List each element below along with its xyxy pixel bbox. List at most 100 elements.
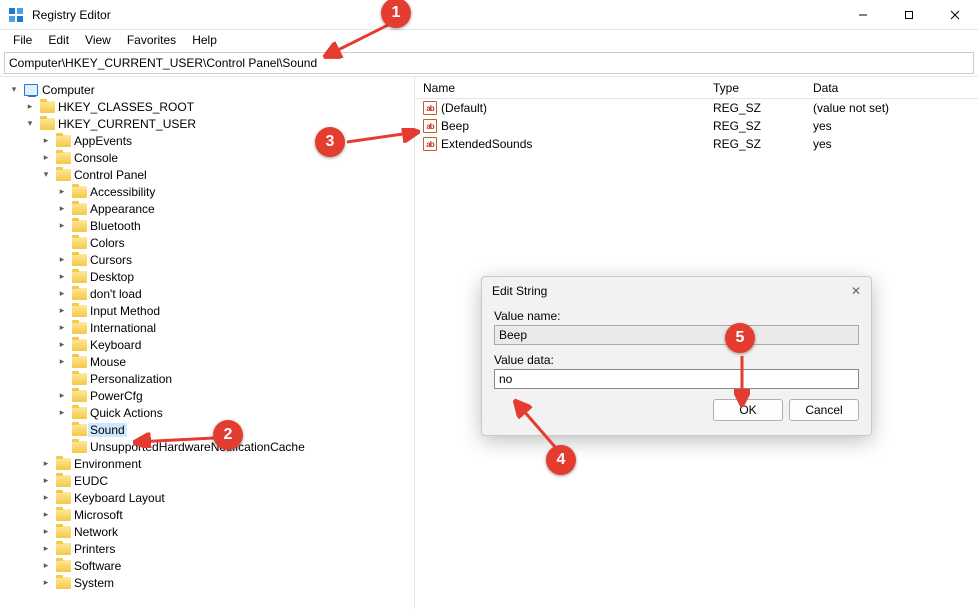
- tree-hkcr[interactable]: ▸ HKEY_CLASSES_ROOT: [0, 98, 414, 115]
- tree-microsoft[interactable]: ▸Microsoft: [0, 506, 414, 523]
- list-row[interactable]: abExtendedSoundsREG_SZyes: [415, 135, 978, 153]
- tree-software[interactable]: ▸Software: [0, 557, 414, 574]
- chevron-right-icon[interactable]: ▸: [54, 390, 70, 401]
- menu-favorites[interactable]: Favorites: [120, 31, 183, 49]
- tree-label: Accessibility: [88, 185, 157, 199]
- chevron-right-icon[interactable]: ▸: [38, 458, 54, 469]
- folder-icon: [70, 254, 88, 266]
- chevron-right-icon[interactable]: ▸: [38, 509, 54, 520]
- tree-label: HKEY_CURRENT_USER: [56, 117, 198, 131]
- close-icon[interactable]: ✕: [851, 284, 861, 298]
- window-controls: [840, 0, 978, 29]
- tree-keyboardlayout[interactable]: ▸ Keyboard Layout: [0, 489, 414, 506]
- chevron-right-icon[interactable]: ▸: [54, 356, 70, 367]
- folder-icon: [54, 492, 72, 504]
- menu-file[interactable]: File: [6, 31, 39, 49]
- chevron-right-icon[interactable]: ▸: [38, 475, 54, 486]
- address-path: Computer\HKEY_CURRENT_USER\Control Panel…: [9, 56, 317, 70]
- chevron-down-icon[interactable]: ▾: [6, 84, 22, 95]
- chevron-right-icon[interactable]: ▸: [54, 305, 70, 316]
- chevron-right-icon[interactable]: ▸: [38, 560, 54, 571]
- list-header: Name Type Data: [415, 77, 978, 99]
- chevron-right-icon[interactable]: ▸: [54, 271, 70, 282]
- close-button[interactable]: [932, 0, 978, 29]
- tree-network[interactable]: ▸Network: [0, 523, 414, 540]
- chevron-right-icon[interactable]: ▸: [38, 543, 54, 554]
- tree-label: don't load: [88, 287, 144, 301]
- tree-desktop[interactable]: ▸ Desktop: [0, 268, 414, 285]
- cancel-button[interactable]: Cancel: [789, 399, 859, 421]
- menu-view[interactable]: View: [78, 31, 118, 49]
- value-data-field[interactable]: [494, 369, 859, 389]
- chevron-right-icon[interactable]: ▸: [54, 322, 70, 333]
- tree-root[interactable]: ▾ Computer: [0, 81, 414, 98]
- tree-mouse[interactable]: ▸Mouse: [0, 353, 414, 370]
- tree-console[interactable]: ▸ Console: [0, 149, 414, 166]
- chevron-right-icon[interactable]: ▸: [54, 407, 70, 418]
- tree-accessibility[interactable]: ▸ Accessibility: [0, 183, 414, 200]
- folder-icon: [54, 475, 72, 487]
- chevron-right-icon[interactable]: ▸: [38, 526, 54, 537]
- folder-icon: [70, 407, 88, 419]
- tree-international[interactable]: ▸ International: [0, 319, 414, 336]
- annotation-marker-2: 2: [213, 420, 243, 450]
- chevron-right-icon[interactable]: ▸: [38, 152, 54, 163]
- minimize-button[interactable]: [840, 0, 886, 29]
- tree-label: AppEvents: [72, 134, 134, 148]
- chevron-right-icon[interactable]: ▸: [54, 339, 70, 350]
- list-row[interactable]: ab(Default)REG_SZ(value not set): [415, 99, 978, 117]
- annotation-marker-5: 5: [725, 323, 755, 353]
- column-header-data[interactable]: Data: [805, 81, 978, 95]
- tree-colors[interactable]: Colors: [0, 234, 414, 251]
- tree-label: International: [88, 321, 158, 335]
- folder-icon: [54, 152, 72, 164]
- dialog-title: Edit String: [492, 284, 547, 298]
- tree-pane[interactable]: ▾ Computer ▸ HKEY_CLASSES_ROOT ▾ HKEY_CU…: [0, 77, 415, 609]
- maximize-button[interactable]: [886, 0, 932, 29]
- tree-label: PowerCfg: [88, 389, 145, 403]
- tree-label: Personalization: [88, 372, 174, 386]
- folder-icon: [70, 390, 88, 402]
- chevron-right-icon[interactable]: ▸: [54, 220, 70, 231]
- chevron-right-icon[interactable]: ▸: [38, 492, 54, 503]
- tree-label: Control Panel: [72, 168, 149, 182]
- tree-controlpanel[interactable]: ▾ Control Panel: [0, 166, 414, 183]
- tree-label: Cursors: [88, 253, 134, 267]
- titlebar: Registry Editor: [0, 0, 978, 30]
- tree-quickactions[interactable]: ▸Quick Actions: [0, 404, 414, 421]
- column-header-name[interactable]: Name: [415, 81, 705, 95]
- chevron-down-icon[interactable]: ▾: [22, 118, 38, 129]
- menu-help[interactable]: Help: [185, 31, 224, 49]
- menubar: File Edit View Favorites Help: [0, 30, 978, 50]
- menu-edit[interactable]: Edit: [41, 31, 76, 49]
- chevron-right-icon[interactable]: ▸: [54, 186, 70, 197]
- chevron-right-icon[interactable]: ▸: [22, 101, 38, 112]
- value-name-field[interactable]: [494, 325, 859, 345]
- app-icon: [8, 7, 24, 23]
- column-header-type[interactable]: Type: [705, 81, 805, 95]
- chevron-right-icon[interactable]: ▸: [38, 577, 54, 588]
- tree-environment[interactable]: ▸Environment: [0, 455, 414, 472]
- tree-keyboard[interactable]: ▸Keyboard: [0, 336, 414, 353]
- tree-inputmethod[interactable]: ▸Input Method: [0, 302, 414, 319]
- tree-label: Keyboard Layout: [72, 491, 167, 505]
- tree-appearance[interactable]: ▸Appearance: [0, 200, 414, 217]
- tree-label: Desktop: [88, 270, 136, 284]
- address-bar[interactable]: Computer\HKEY_CURRENT_USER\Control Panel…: [4, 52, 974, 74]
- tree-cursors[interactable]: ▸ Cursors: [0, 251, 414, 268]
- chevron-right-icon[interactable]: ▸: [54, 203, 70, 214]
- value-type-cell: REG_SZ: [705, 101, 805, 115]
- chevron-right-icon[interactable]: ▸: [54, 254, 70, 265]
- chevron-right-icon[interactable]: ▸: [54, 288, 70, 299]
- chevron-right-icon[interactable]: ▸: [38, 135, 54, 146]
- tree-printers[interactable]: ▸Printers: [0, 540, 414, 557]
- tree-dontload[interactable]: ▸ don't load: [0, 285, 414, 302]
- tree-personalization[interactable]: Personalization: [0, 370, 414, 387]
- tree-system[interactable]: ▸System: [0, 574, 414, 591]
- chevron-down-icon[interactable]: ▾: [38, 169, 54, 180]
- tree-eudc[interactable]: ▸EUDC: [0, 472, 414, 489]
- tree-bluetooth[interactable]: ▸Bluetooth: [0, 217, 414, 234]
- list-row[interactable]: abBeepREG_SZyes: [415, 117, 978, 135]
- annotation-arrow-4: [510, 396, 562, 452]
- tree-powercfg[interactable]: ▸ PowerCfg: [0, 387, 414, 404]
